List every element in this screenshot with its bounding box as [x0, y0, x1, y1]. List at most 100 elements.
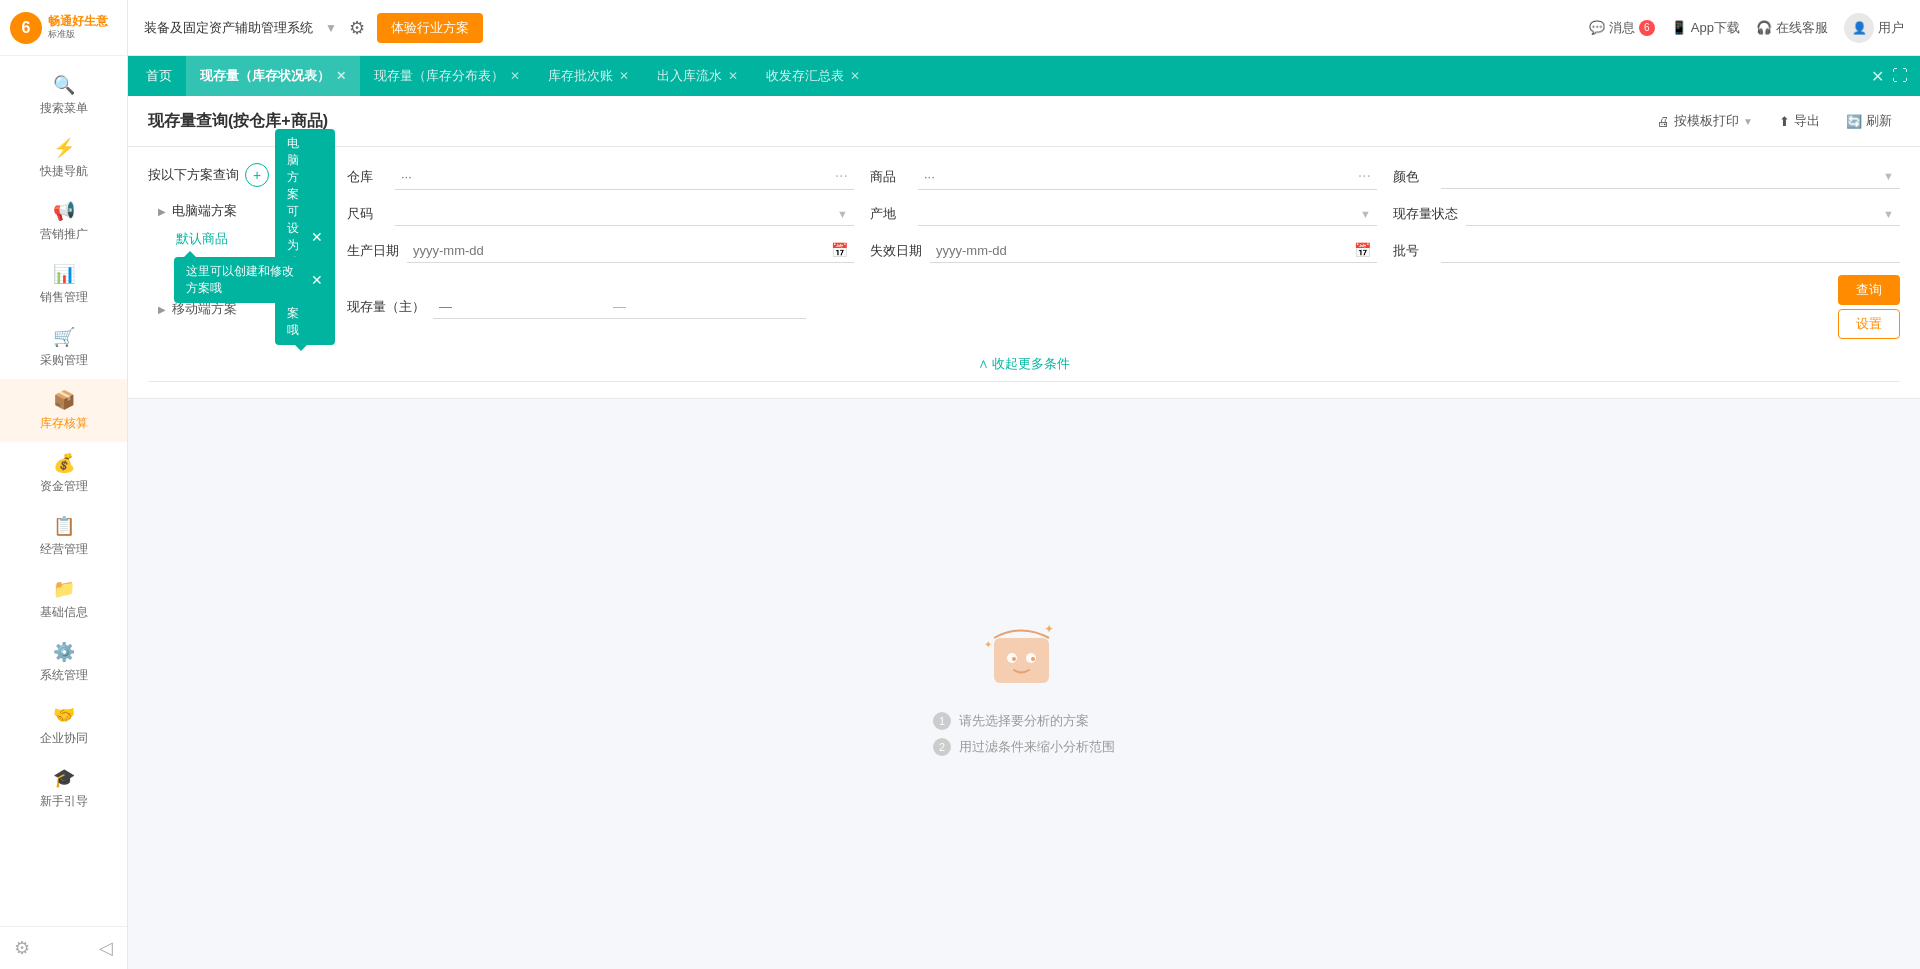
sidebar-item-marketing[interactable]: 📢 营销推广	[0, 190, 127, 253]
query-button[interactable]: 查询	[1838, 275, 1900, 305]
sidebar-item-search-menu[interactable]: 🔍 搜索菜单	[0, 64, 127, 127]
tooltip-create-scheme-text: 这里可以创建和修改方案哦	[186, 263, 305, 297]
expiry-date-label: 失效日期	[870, 242, 922, 260]
tab-recv-summary[interactable]: 收发存汇总表 ✕	[752, 56, 874, 96]
stock-status-dropdown-icon[interactable]: ▼	[1883, 208, 1894, 220]
tab-inventory-dist[interactable]: 现存量（库存分布表） ✕	[360, 56, 534, 96]
sidebar-item-purchase[interactable]: 🛒 采购管理	[0, 316, 127, 379]
filter-scheme-label: 按以下方案查询	[148, 166, 239, 184]
tab-close-all-icon[interactable]: ✕	[1871, 67, 1884, 86]
online-support-button[interactable]: 🎧 在线客服	[1756, 19, 1828, 37]
settings-gear-icon[interactable]: ⚙	[349, 17, 365, 39]
svg-point-3	[1012, 657, 1016, 661]
collapse-filter-bar[interactable]: ∧ 收起更多条件	[148, 347, 1900, 382]
collapse-sidebar-icon[interactable]: ◁	[99, 937, 113, 959]
goods-field: 商品 ···	[870, 163, 1377, 190]
tab-fullscreen-icon[interactable]: ⛶	[1892, 67, 1908, 85]
refresh-button[interactable]: 🔄 刷新	[1838, 108, 1900, 134]
settings-button[interactable]: 设置	[1838, 309, 1900, 339]
add-scheme-button[interactable]: +	[245, 163, 269, 187]
color-input-wrapper[interactable]: ▼	[1441, 165, 1900, 189]
tab-in-out-flow-label: 出入库流水	[657, 67, 722, 85]
user-avatar: 👤	[1844, 13, 1874, 43]
app-download-button[interactable]: 📱 App下载	[1671, 19, 1740, 37]
sidebar-item-sales[interactable]: 📊 销售管理	[0, 253, 127, 316]
stock-main-input-wrapper[interactable]: —	[433, 295, 806, 319]
tooltip1-arrow	[295, 345, 307, 351]
expiry-date-input-wrapper[interactable]: 📅	[930, 238, 1377, 263]
goods-more-icon[interactable]: ···	[1358, 167, 1371, 185]
goods-input-wrapper[interactable]: ···	[918, 163, 1377, 190]
color-input[interactable]	[1447, 169, 1883, 184]
sidebar-item-enterprise[interactable]: 🤝 企业协同	[0, 694, 127, 757]
warehouse-input-wrapper[interactable]: ···	[395, 163, 854, 190]
tab-batch-ledger-label: 库存批次账	[548, 67, 613, 85]
avatar-placeholder-icon: 👤	[1852, 21, 1867, 35]
inventory-icon: 📦	[53, 389, 75, 411]
sidebar-bottom: ⚙ ◁	[0, 926, 127, 969]
goods-input[interactable]	[924, 169, 1358, 184]
expiry-date-input[interactable]	[936, 243, 1354, 258]
expiry-date-calendar-icon[interactable]: 📅	[1354, 242, 1371, 258]
template-print-button[interactable]: 🖨 按模板打印 ▼	[1649, 108, 1761, 134]
warehouse-label: 仓库	[347, 168, 387, 186]
settings-icon[interactable]: ⚙	[14, 937, 30, 959]
production-date-input-wrapper[interactable]: 📅	[407, 238, 854, 263]
production-date-calendar-icon[interactable]: 📅	[831, 242, 848, 258]
goods-label: 商品	[870, 168, 910, 186]
size-dropdown-icon[interactable]: ▼	[837, 208, 848, 220]
sidebar-item-guide[interactable]: 🎓 新手引导	[0, 757, 127, 820]
brand-name: 畅通好生意	[48, 14, 108, 30]
header-left: 装备及固定资产辅助管理系统 ▼ ⚙ 体验行业方案	[144, 13, 483, 43]
stock-main-label: 现存量（主）	[347, 298, 425, 316]
origin-dropdown-icon[interactable]: ▼	[1360, 208, 1371, 220]
sidebar-label-guide: 新手引导	[40, 793, 88, 810]
svg-text:✦: ✦	[1044, 622, 1054, 636]
stock-main-input[interactable]	[439, 299, 607, 314]
purchase-icon: 🛒	[53, 326, 75, 348]
tab-home[interactable]: 首页	[132, 56, 186, 96]
tab-in-out-flow[interactable]: 出入库流水 ✕	[643, 56, 752, 96]
size-input[interactable]	[401, 206, 837, 221]
export-button[interactable]: ⬆ 导出	[1771, 108, 1828, 134]
tooltip1-close-button[interactable]: ✕	[311, 229, 323, 245]
system-title-dropdown-icon[interactable]: ▼	[325, 21, 337, 35]
sidebar-item-sys-mgmt[interactable]: ⚙️ 系统管理	[0, 631, 127, 694]
warehouse-more-icon[interactable]: ···	[835, 167, 848, 185]
batch-no-input[interactable]	[1447, 243, 1894, 258]
tooltip-scheme-mobile-text: 电脑方案可设为移动方案哦	[287, 135, 305, 339]
step1-number: 1	[933, 712, 951, 730]
tab-inventory-status-close[interactable]: ✕	[336, 69, 346, 83]
warehouse-input[interactable]	[401, 169, 835, 184]
tab-inventory-status[interactable]: 现存量（库存状况表） ✕	[186, 56, 360, 96]
stock-status-input-wrapper[interactable]: ▼	[1466, 202, 1900, 226]
production-date-input[interactable]	[413, 243, 831, 258]
tooltip2-close-button[interactable]: ✕	[311, 272, 323, 288]
origin-input-wrapper[interactable]: ▼	[918, 202, 1377, 226]
color-dropdown-icon[interactable]: ▼	[1883, 170, 1894, 182]
size-input-wrapper[interactable]: ▼	[395, 202, 854, 226]
user-profile-button[interactable]: 👤 用户	[1844, 13, 1904, 43]
messages-button[interactable]: 💬 消息 6	[1589, 19, 1655, 37]
color-field: 颜色 ▼	[1393, 163, 1900, 190]
tooltip-scheme-mobile: 电脑方案可设为移动方案哦 ✕	[275, 129, 335, 345]
stock-status-input[interactable]	[1472, 206, 1883, 221]
sidebar-item-quick-nav[interactable]: ⚡ 快捷导航	[0, 127, 127, 190]
batch-no-input-wrapper[interactable]	[1441, 239, 1900, 263]
sidebar-item-basic-info[interactable]: 📁 基础信息	[0, 568, 127, 631]
tab-inventory-dist-close[interactable]: ✕	[510, 69, 520, 83]
sidebar-item-assets[interactable]: 💰 资金管理	[0, 442, 127, 505]
tab-in-out-flow-close[interactable]: ✕	[728, 69, 738, 83]
origin-input[interactable]	[924, 206, 1360, 221]
tab-batch-ledger-close[interactable]: ✕	[619, 69, 629, 83]
phone-icon: 📱	[1671, 20, 1687, 35]
stock-main-input-to[interactable]	[632, 299, 800, 314]
sidebar-item-inventory[interactable]: 📦 库存核算	[0, 379, 127, 442]
filter-panel: 按以下方案查询 + ✎ ←	[128, 147, 1920, 399]
tab-batch-ledger[interactable]: 库存批次账 ✕	[534, 56, 643, 96]
origin-label: 产地	[870, 205, 910, 223]
industry-solution-button[interactable]: 体验行业方案	[377, 13, 483, 43]
tab-recv-summary-close[interactable]: ✕	[850, 69, 860, 83]
stock-status-label: 现存量状态	[1393, 205, 1458, 223]
sidebar-item-ops[interactable]: 📋 经营管理	[0, 505, 127, 568]
